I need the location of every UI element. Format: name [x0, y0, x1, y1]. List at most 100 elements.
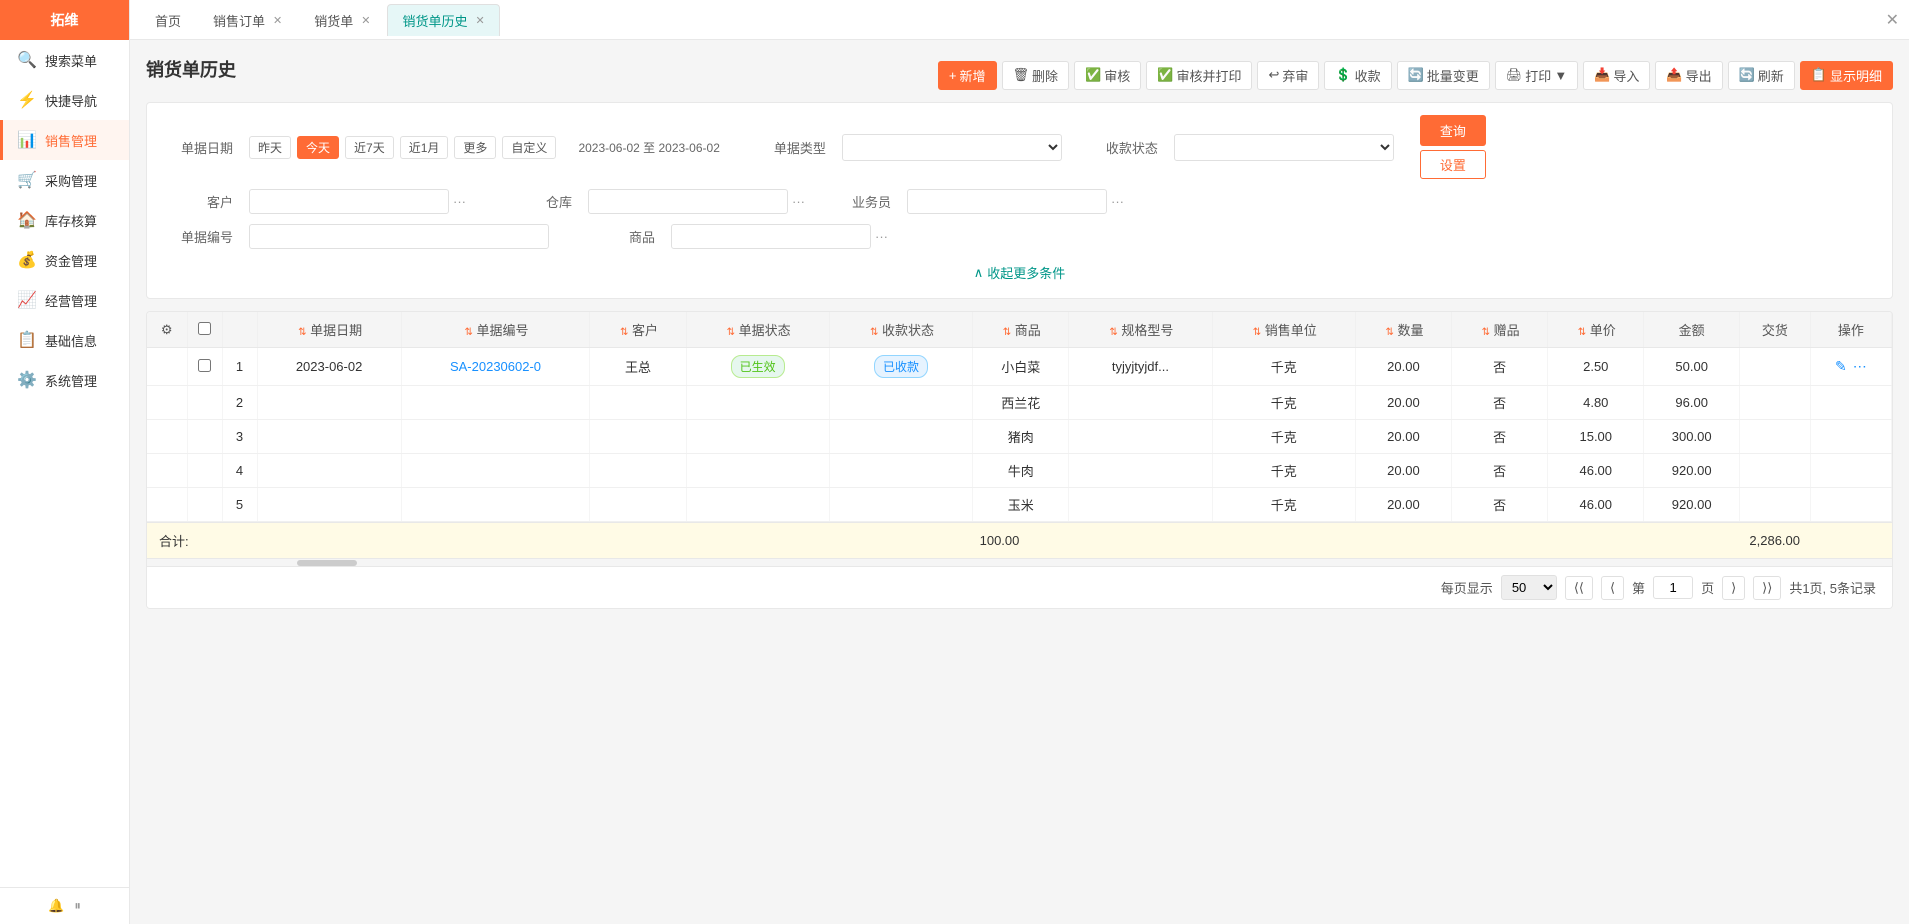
cell-doc-status [686, 386, 829, 420]
doc-no-input[interactable] [249, 224, 549, 249]
tabs-close-all[interactable]: ✕ [1886, 10, 1899, 30]
salesperson-input[interactable] [907, 189, 1107, 214]
batch-change-button[interactable]: 🔄 批量变更 [1397, 61, 1490, 90]
cell-check[interactable] [187, 420, 222, 454]
abandon-button[interactable]: ↩ 弃审 [1257, 61, 1319, 90]
sidebar-bottom-icon1[interactable]: 🔔 [48, 898, 64, 914]
cell-doc-no[interactable] [401, 386, 590, 420]
sidebar-item-search-menu[interactable]: 🔍 搜索菜单 [0, 40, 129, 80]
cell-check[interactable] [187, 454, 222, 488]
cell-payment-status [829, 488, 972, 522]
sidebar-item-quick-nav[interactable]: ⚡ 快捷导航 [0, 80, 129, 120]
tab-close-sales-goods[interactable]: ✕ [361, 14, 370, 27]
review-button[interactable]: ✅ 审核 [1074, 61, 1141, 90]
tab-close-sales-history[interactable]: ✕ [476, 14, 485, 27]
sidebar-item-inventory-calc[interactable]: 🏠 库存核算 [0, 200, 129, 240]
col-goods[interactable]: ⇅ 商品 [973, 312, 1069, 348]
salesperson-dots[interactable]: ··· [1111, 194, 1124, 209]
tab-home[interactable]: 首页 [140, 4, 196, 36]
goods-dots[interactable]: ··· [875, 229, 888, 244]
tab-close-sales-order[interactable]: ✕ [273, 14, 282, 27]
cell-doc-no[interactable]: SA-20230602-0 [401, 348, 590, 386]
sort-unitprice-icon: ⇅ [1578, 327, 1586, 338]
col-no [222, 312, 257, 348]
page-prev-button[interactable]: ⟨ [1601, 576, 1624, 600]
new-button[interactable]: + 新增 [938, 61, 997, 90]
horizontal-scrollbar[interactable] [147, 558, 1892, 566]
tab-sales-order[interactable]: 销售订单 ✕ [198, 4, 297, 36]
cell-doc-no[interactable] [401, 420, 590, 454]
tabs-bar: 首页 销售订单 ✕ 销货单 ✕ 销货单历史 ✕ ✕ [130, 0, 1909, 40]
sidebar-item-finance-mgmt[interactable]: 💰 资金管理 [0, 240, 129, 280]
col-unit-price[interactable]: ⇅ 单价 [1548, 312, 1644, 348]
sidebar-item-basic-info[interactable]: 📋 基础信息 [0, 320, 129, 360]
query-button[interactable]: 查询 [1420, 115, 1486, 146]
review-icon: ✅ [1085, 67, 1101, 83]
cell-doc-no[interactable] [401, 488, 590, 522]
show-detail-button[interactable]: 📋 显示明细 [1800, 61, 1893, 90]
inventory-calc-icon: 🏠 [17, 210, 37, 230]
cell-qty: 20.00 [1355, 454, 1451, 488]
col-doc-no[interactable]: ⇅ 单据编号 [401, 312, 590, 348]
per-page-select[interactable]: 50 100 [1501, 575, 1557, 600]
row-checkbox[interactable] [198, 359, 211, 372]
collect-button[interactable]: 💲 收款 [1324, 61, 1391, 90]
date-1month[interactable]: 近1月 [400, 136, 449, 159]
col-qty[interactable]: ⇅ 数量 [1355, 312, 1451, 348]
cell-spec [1069, 488, 1212, 522]
date-7days[interactable]: 近7天 [345, 136, 394, 159]
warehouse-input[interactable] [588, 189, 788, 214]
sidebar-item-purchase-mgmt[interactable]: 🛒 采购管理 [0, 160, 129, 200]
tab-sales-history[interactable]: 销货单历史 ✕ [387, 4, 499, 36]
import-button[interactable]: 📥 导入 [1583, 61, 1650, 90]
edit-icon[interactable]: ✎ [1835, 358, 1847, 375]
cell-doc-no[interactable] [401, 454, 590, 488]
set-button[interactable]: 设置 [1420, 150, 1486, 179]
doc-no-link[interactable]: SA-20230602-0 [450, 359, 541, 374]
doc-type-select[interactable] [842, 134, 1062, 161]
more-icon[interactable]: ⋯ [1853, 358, 1867, 375]
cell-goods: 牛肉 [973, 454, 1069, 488]
review-print-button[interactable]: ✅ 审核并打印 [1146, 61, 1252, 90]
col-gift[interactable]: ⇅ 赠品 [1452, 312, 1548, 348]
settings-icon[interactable]: ⚙ [161, 322, 173, 337]
page-next-button[interactable]: ⟩ [1722, 576, 1745, 600]
page-first-button[interactable]: ⟨⟨ [1565, 576, 1593, 600]
cell-amount: 300.00 [1644, 420, 1740, 454]
select-all-checkbox[interactable] [198, 322, 211, 335]
cell-check[interactable] [187, 386, 222, 420]
col-unit[interactable]: ⇅ 销售单位 [1212, 312, 1355, 348]
col-customer[interactable]: ⇅ 客户 [590, 312, 686, 348]
goods-input[interactable] [671, 224, 871, 249]
col-doc-status[interactable]: ⇅ 单据状态 [686, 312, 829, 348]
date-custom[interactable]: 自定义 [502, 136, 556, 159]
cell-check[interactable] [187, 348, 222, 386]
sidebar-item-ops-mgmt[interactable]: 📈 经营管理 [0, 280, 129, 320]
cell-amount: 920.00 [1644, 454, 1740, 488]
cell-check[interactable] [187, 488, 222, 522]
export-button[interactable]: 📤 导出 [1655, 61, 1722, 90]
customer-input[interactable] [249, 189, 449, 214]
date-more[interactable]: 更多 [454, 136, 496, 159]
page-input[interactable] [1653, 576, 1693, 599]
col-payment-status[interactable]: ⇅ 收款状态 [829, 312, 972, 348]
print-button[interactable]: 🖨 打印 ▼ [1495, 61, 1578, 90]
col-date[interactable]: ⇅ 单据日期 [257, 312, 401, 348]
page-last-button[interactable]: ⟩⟩ [1753, 576, 1781, 600]
cell-customer [590, 488, 686, 522]
col-spec[interactable]: ⇅ 规格型号 [1069, 312, 1212, 348]
tab-sales-goods[interactable]: 销货单 ✕ [299, 4, 385, 36]
sidebar-item-sales-mgmt[interactable]: 📊 销售管理 [0, 120, 129, 160]
collapse-button[interactable]: ∧ 收起更多条件 [163, 259, 1876, 286]
date-today[interactable]: 今天 [297, 136, 339, 159]
col-settings[interactable]: ⚙ [147, 312, 187, 348]
sidebar-bottom-icon2[interactable]: ⏸ [74, 898, 81, 914]
date-yesterday[interactable]: 昨天 [249, 136, 291, 159]
warehouse-dots[interactable]: ··· [792, 194, 805, 209]
refresh-button[interactable]: 🔄 刷新 [1728, 61, 1795, 90]
payment-status-select[interactable] [1174, 134, 1394, 161]
cell-actions: ✎⋯ [1810, 348, 1891, 386]
customer-dots[interactable]: ··· [453, 194, 466, 209]
sidebar-item-system-mgmt[interactable]: ⚙️ 系统管理 [0, 360, 129, 400]
delete-button[interactable]: 🗑 删除 [1002, 61, 1070, 90]
